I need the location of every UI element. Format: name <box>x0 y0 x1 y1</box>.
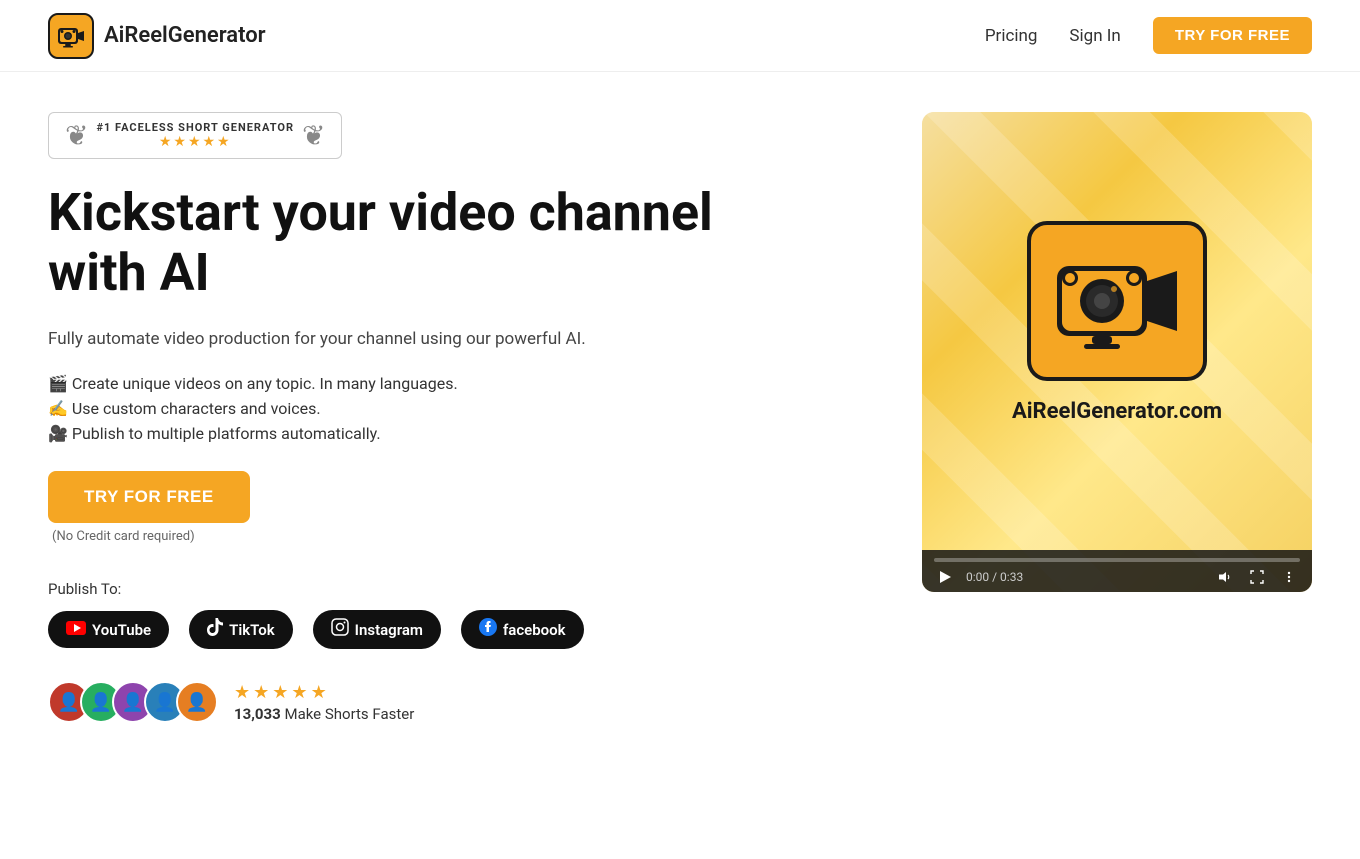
laurel-left: ❦ <box>65 122 88 150</box>
social-proof: 👤 👤 👤 👤 👤 ★ ★ ★ ★ ★ 13,033 Make Shorts F… <box>48 681 882 723</box>
laurel-right: ❦ <box>302 122 325 150</box>
hero-right: AiReelGenerator.com 0:00 / 0: <box>922 112 1312 819</box>
headline-line2: with AI <box>48 242 210 303</box>
star-1: ★ <box>234 682 250 703</box>
star-2: ★ <box>253 682 269 703</box>
play-button[interactable] <box>934 568 956 586</box>
video-content: AiReelGenerator.com <box>992 181 1242 524</box>
platform-tiktok[interactable]: TikTok <box>189 610 293 649</box>
video-site-name: AiReelGenerator.com <box>1012 399 1222 424</box>
instagram-icon <box>331 618 349 641</box>
nav-signin[interactable]: Sign In <box>1069 26 1120 46</box>
tiktok-icon <box>207 618 223 641</box>
logo-icon <box>48 13 94 59</box>
hero-try-free-button[interactable]: TRY FOR FREE <box>48 471 250 523</box>
platform-instagram[interactable]: Instagram <box>313 610 441 649</box>
proof-stars: ★ ★ ★ ★ ★ <box>234 682 414 703</box>
star-4: ★ <box>291 682 307 703</box>
feature-2: ✍️ Use custom characters and voices. <box>48 399 882 418</box>
platform-youtube[interactable]: YouTube <box>48 611 169 648</box>
video-time: 0:00 / 0:33 <box>966 570 1023 584</box>
volume-button[interactable] <box>1214 568 1236 586</box>
badge-wrap: ❦ #1 FACELESS SHORT GENERATOR ★★★★★ ❦ <box>48 112 882 159</box>
avatars: 👤 👤 👤 👤 👤 <box>48 681 218 723</box>
ctrl-left: 0:00 / 0:33 <box>934 568 1023 586</box>
instagram-label: Instagram <box>355 621 423 639</box>
facebook-icon <box>479 618 497 641</box>
badge-title: #1 FACELESS SHORT GENERATOR <box>96 121 294 134</box>
platforms-row: YouTube TikTok Instagr <box>48 610 882 649</box>
award-badge: ❦ #1 FACELESS SHORT GENERATOR ★★★★★ ❦ <box>48 112 342 159</box>
headline: Kickstart your video channel with AI <box>48 183 882 303</box>
ctrl-right <box>1214 568 1300 586</box>
youtube-icon <box>66 619 86 640</box>
star-5: ★ <box>311 682 327 703</box>
nav-pricing[interactable]: Pricing <box>985 26 1038 46</box>
badge-inner: #1 FACELESS SHORT GENERATOR ★★★★★ <box>96 121 294 150</box>
cta-wrap: TRY FOR FREE (No Credit card required) <box>48 471 882 544</box>
hero-left: ❦ #1 FACELESS SHORT GENERATOR ★★★★★ ❦ Ki… <box>48 112 882 819</box>
video-logo-icon <box>1027 221 1207 381</box>
star-3: ★ <box>272 682 288 703</box>
publish-label: Publish To: <box>48 580 882 598</box>
no-cc-label: (No Credit card required) <box>52 529 882 544</box>
headline-line1: Kickstart your video channel <box>48 182 713 243</box>
avatar-5: 👤 <box>176 681 218 723</box>
subtext: Fully automate video production for your… <box>48 327 588 353</box>
more-options-button[interactable] <box>1278 568 1300 586</box>
youtube-label: YouTube <box>92 621 151 639</box>
video-progress-bar[interactable] <box>934 558 1300 562</box>
tiktok-label: TikTok <box>229 621 275 639</box>
platform-facebook[interactable]: facebook <box>461 610 584 649</box>
features-list: 🎬 Create unique videos on any topic. In … <box>48 374 882 443</box>
header-try-free-button[interactable]: TRY FOR FREE <box>1153 17 1312 54</box>
fullscreen-button[interactable] <box>1246 568 1268 586</box>
proof-text: ★ ★ ★ ★ ★ 13,033 Make Shorts Faster <box>234 682 414 723</box>
video-ctrl-row: 0:00 / 0:33 <box>934 568 1300 586</box>
badge-stars: ★★★★★ <box>159 134 232 150</box>
main-nav: Pricing Sign In TRY FOR FREE <box>985 17 1312 54</box>
facebook-label: facebook <box>503 621 566 639</box>
logo-text: AiReelGenerator <box>104 23 266 48</box>
proof-count: 13,033 Make Shorts Faster <box>234 705 414 723</box>
video-controls: 0:00 / 0:33 <box>922 550 1312 592</box>
feature-1: 🎬 Create unique videos on any topic. In … <box>48 374 882 393</box>
logo[interactable]: AiReelGenerator <box>48 13 266 59</box>
feature-3: 🎥 Publish to multiple platforms automati… <box>48 424 882 443</box>
promo-video[interactable]: AiReelGenerator.com 0:00 / 0: <box>922 112 1312 592</box>
